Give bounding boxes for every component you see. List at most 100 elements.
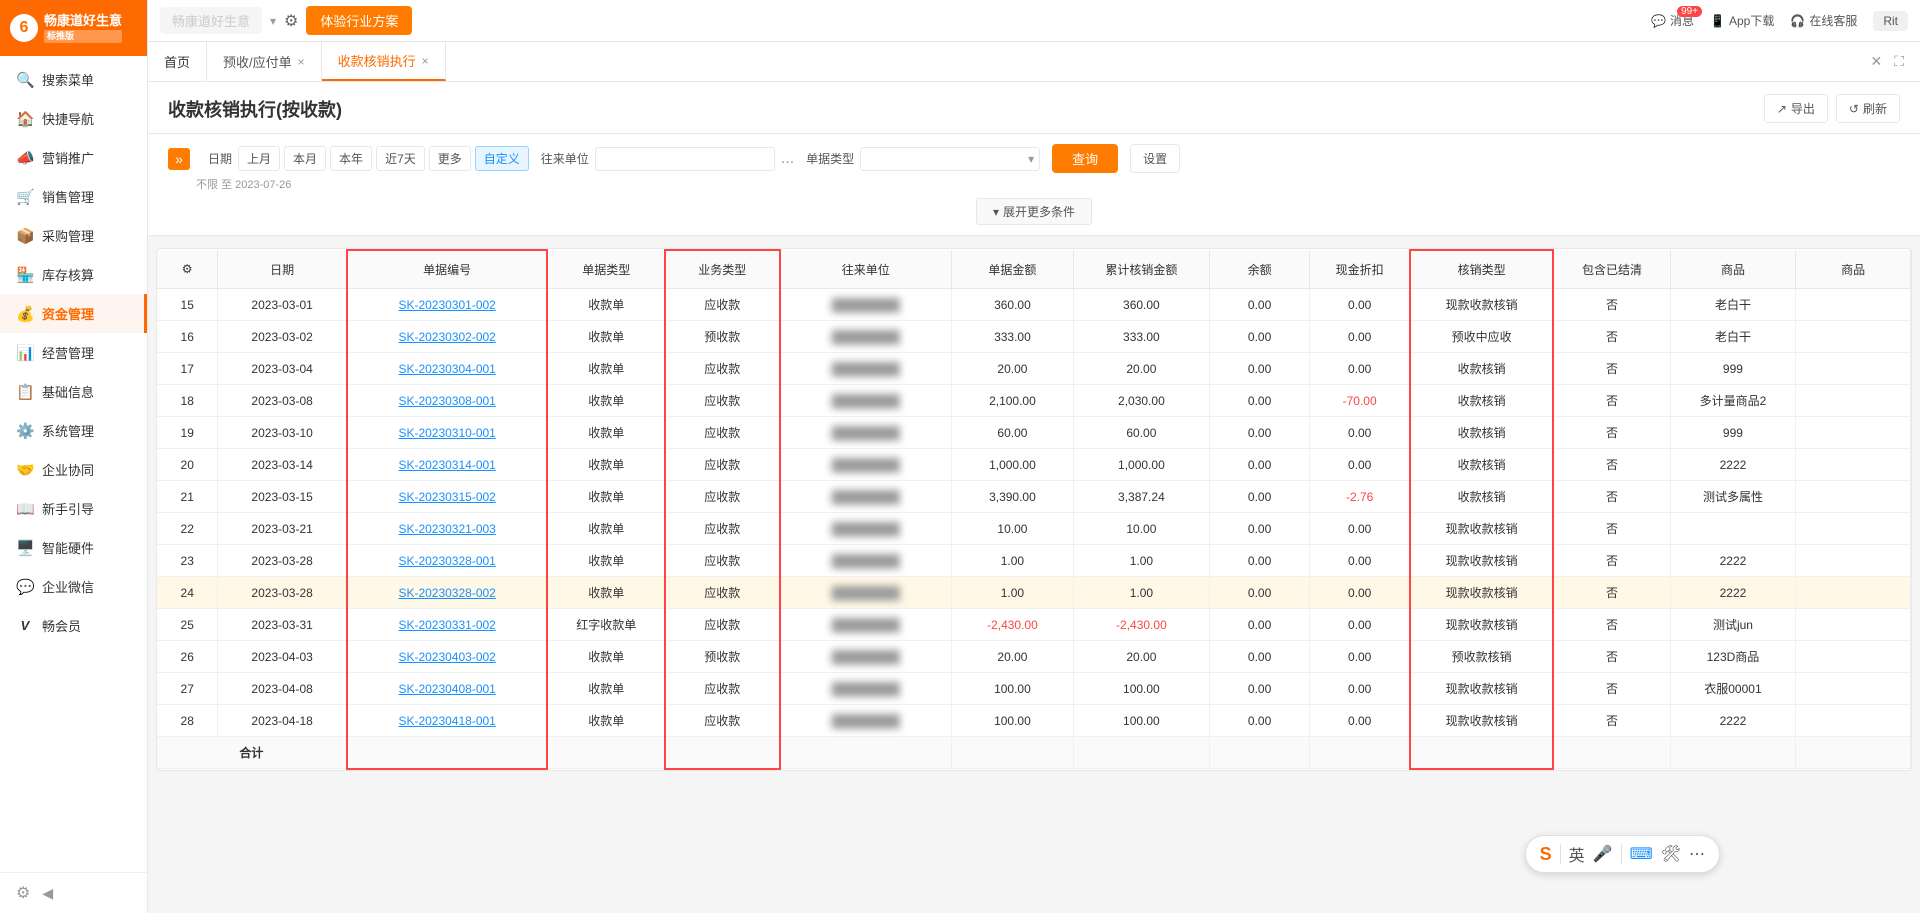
code-link[interactable]: SK-20230418-001	[398, 714, 495, 728]
cell-no: 17	[157, 353, 218, 385]
table-row: 22 2023-03-21 SK-20230321-003 收款单 应收款 ██…	[157, 513, 1911, 545]
tab-close-prepay[interactable]: ×	[298, 55, 305, 69]
solution-button[interactable]: 体验行业方案	[306, 6, 412, 35]
inventory-icon: 🏪	[16, 266, 34, 284]
sidebar-item-search[interactable]: 🔍 搜索菜单	[0, 60, 147, 99]
tab-close-collection[interactable]: ×	[422, 54, 429, 68]
cell-cancel-type: 现款收款核销	[1410, 609, 1553, 641]
cell-type: 收款单	[547, 705, 665, 737]
cell-code: SK-20230314-001	[347, 449, 548, 481]
cell-goods2	[1796, 385, 1911, 417]
code-link[interactable]: SK-20230308-001	[398, 394, 495, 408]
cell-goods2	[1796, 705, 1911, 737]
ime-tools-icon[interactable]: 🛠	[1661, 844, 1681, 864]
collapse-icon[interactable]: ◀	[42, 885, 53, 902]
tab-collection[interactable]: 收款核销执行 ×	[322, 42, 446, 81]
sidebar-item-marketing[interactable]: 📣 营销推广	[0, 138, 147, 177]
cell-biz-type: 应收款	[665, 577, 780, 609]
cell-no: 18	[157, 385, 218, 417]
export-icon: ↗	[1777, 102, 1787, 116]
sidebar-item-finance[interactable]: 💰 资金管理	[0, 294, 147, 333]
th-discount: 现金折扣	[1310, 250, 1410, 289]
date-btn-lastmonth[interactable]: 上月	[238, 146, 280, 171]
receipt-type-select[interactable]: 收款单 红字收款单	[860, 147, 1040, 171]
code-link[interactable]: SK-20230314-001	[398, 458, 495, 472]
column-settings-icon[interactable]: ⚙	[176, 258, 198, 280]
expand-more-button[interactable]: ▾ 展开更多条件	[976, 198, 1092, 225]
message-button[interactable]: 💬 消息 99+	[1651, 12, 1694, 29]
partner-dots[interactable]: ...	[781, 150, 794, 168]
marketing-icon: 📣	[16, 149, 34, 167]
refresh-button[interactable]: ↺ 刷新	[1836, 94, 1900, 123]
service-button[interactable]: 🎧 在线客服	[1790, 12, 1857, 29]
code-link[interactable]: SK-20230310-001	[398, 426, 495, 440]
user-profile[interactable]: Rit	[1873, 11, 1908, 31]
sidebar-item-guide[interactable]: 📖 新手引导	[0, 489, 147, 528]
date-btn-thisyear[interactable]: 本年	[330, 146, 372, 171]
tab-prepay[interactable]: 预收/应付单 ×	[207, 42, 322, 81]
sidebar: 6 畅康道好生意 标推版 🔍 搜索菜单 🏠 快捷导航 📣 营销推广 🛒 销售管理…	[0, 0, 148, 913]
date-btn-7days[interactable]: 近7天	[376, 146, 425, 171]
topbar-gear-icon[interactable]: ⚙	[284, 11, 298, 31]
code-link[interactable]: SK-20230302-002	[398, 330, 495, 344]
ime-keyboard-icon[interactable]: ⌨	[1630, 844, 1653, 864]
code-link[interactable]: SK-20230301-002	[398, 298, 495, 312]
export-button[interactable]: ↗ 导出	[1764, 94, 1828, 123]
code-link[interactable]: SK-20230321-003	[398, 522, 495, 536]
cell-goods: 999	[1670, 417, 1796, 449]
close-window-button[interactable]: ✕	[1866, 49, 1886, 74]
sidebar-item-quicknav[interactable]: 🏠 快捷导航	[0, 99, 147, 138]
cell-goods2	[1796, 321, 1911, 353]
partner-input[interactable]	[595, 147, 775, 171]
cell-goods: 衣服00001	[1670, 673, 1796, 705]
cell-goods2	[1796, 641, 1911, 673]
sidebar-item-system[interactable]: ⚙️ 系统管理	[0, 411, 147, 450]
cell-biz-type: 应收款	[665, 449, 780, 481]
sidebar-item-wechat[interactable]: 💬 企业微信	[0, 567, 147, 606]
settings-bottom-icon[interactable]: ⚙	[16, 883, 30, 903]
cell-date: 2023-04-18	[218, 705, 347, 737]
sidebar-item-member[interactable]: V 畅会员	[0, 606, 147, 645]
cell-balance: 0.00	[1209, 513, 1309, 545]
app-download-button[interactable]: 📱 App下载	[1710, 12, 1774, 29]
cell-balance: 0.00	[1209, 353, 1309, 385]
tab-home[interactable]: 首页	[148, 42, 207, 81]
date-btn-custom[interactable]: 自定义	[475, 146, 529, 171]
code-link[interactable]: SK-20230331-002	[398, 618, 495, 632]
ime-mic-icon[interactable]: 🎤	[1593, 844, 1613, 864]
cell-goods: 2222	[1670, 449, 1796, 481]
sidebar-item-basic[interactable]: 📋 基础信息	[0, 372, 147, 411]
sidebar-item-operation[interactable]: 📊 经营管理	[0, 333, 147, 372]
date-btn-more[interactable]: 更多	[429, 146, 471, 171]
dropdown-arrow-icon[interactable]: ▾	[270, 14, 276, 28]
sidebar-item-enterprise[interactable]: 🤝 企业协同	[0, 450, 147, 489]
fullscreen-button[interactable]: ⛶	[1890, 49, 1908, 74]
filter-settings-button[interactable]: 设置	[1130, 144, 1180, 173]
guide-icon: 📖	[16, 500, 34, 518]
query-button[interactable]: 查询	[1052, 144, 1118, 173]
sidebar-item-purchase[interactable]: 📦 采购管理	[0, 216, 147, 255]
cell-code: SK-20230418-001	[347, 705, 548, 737]
date-btn-thismonth[interactable]: 本月	[284, 146, 326, 171]
code-link[interactable]: SK-20230304-001	[398, 362, 495, 376]
main-table: ⚙ 日期 单据编号 单据类型 业务类型 往来单位 单据金额 累计核销金额 余额 …	[157, 249, 1911, 770]
code-link[interactable]: SK-20230408-001	[398, 682, 495, 696]
code-link[interactable]: SK-20230315-002	[398, 490, 495, 504]
cell-date: 2023-03-14	[218, 449, 347, 481]
cell-type: 收款单	[547, 385, 665, 417]
ime-more-icon[interactable]: ⋯	[1689, 844, 1705, 864]
cell-amount: 2,100.00	[952, 385, 1074, 417]
code-link[interactable]: SK-20230328-002	[398, 586, 495, 600]
filter-expand-arrow[interactable]: »	[168, 148, 190, 170]
sidebar-item-inventory[interactable]: 🏪 库存核算	[0, 255, 147, 294]
cell-settled: 否	[1553, 449, 1670, 481]
sidebar-item-sales[interactable]: 🛒 销售管理	[0, 177, 147, 216]
table-row: 17 2023-03-04 SK-20230304-001 收款单 应收款 ██…	[157, 353, 1911, 385]
sidebar-item-hardware[interactable]: 🖥️ 智能硬件	[0, 528, 147, 567]
code-link[interactable]: SK-20230403-002	[398, 650, 495, 664]
cell-partner: ████████	[780, 545, 952, 577]
ime-brand[interactable]: 英	[1569, 842, 1585, 866]
message-badge: 99+	[1677, 6, 1702, 17]
code-link[interactable]: SK-20230328-001	[398, 554, 495, 568]
th-settled: 包含已结清	[1553, 250, 1670, 289]
